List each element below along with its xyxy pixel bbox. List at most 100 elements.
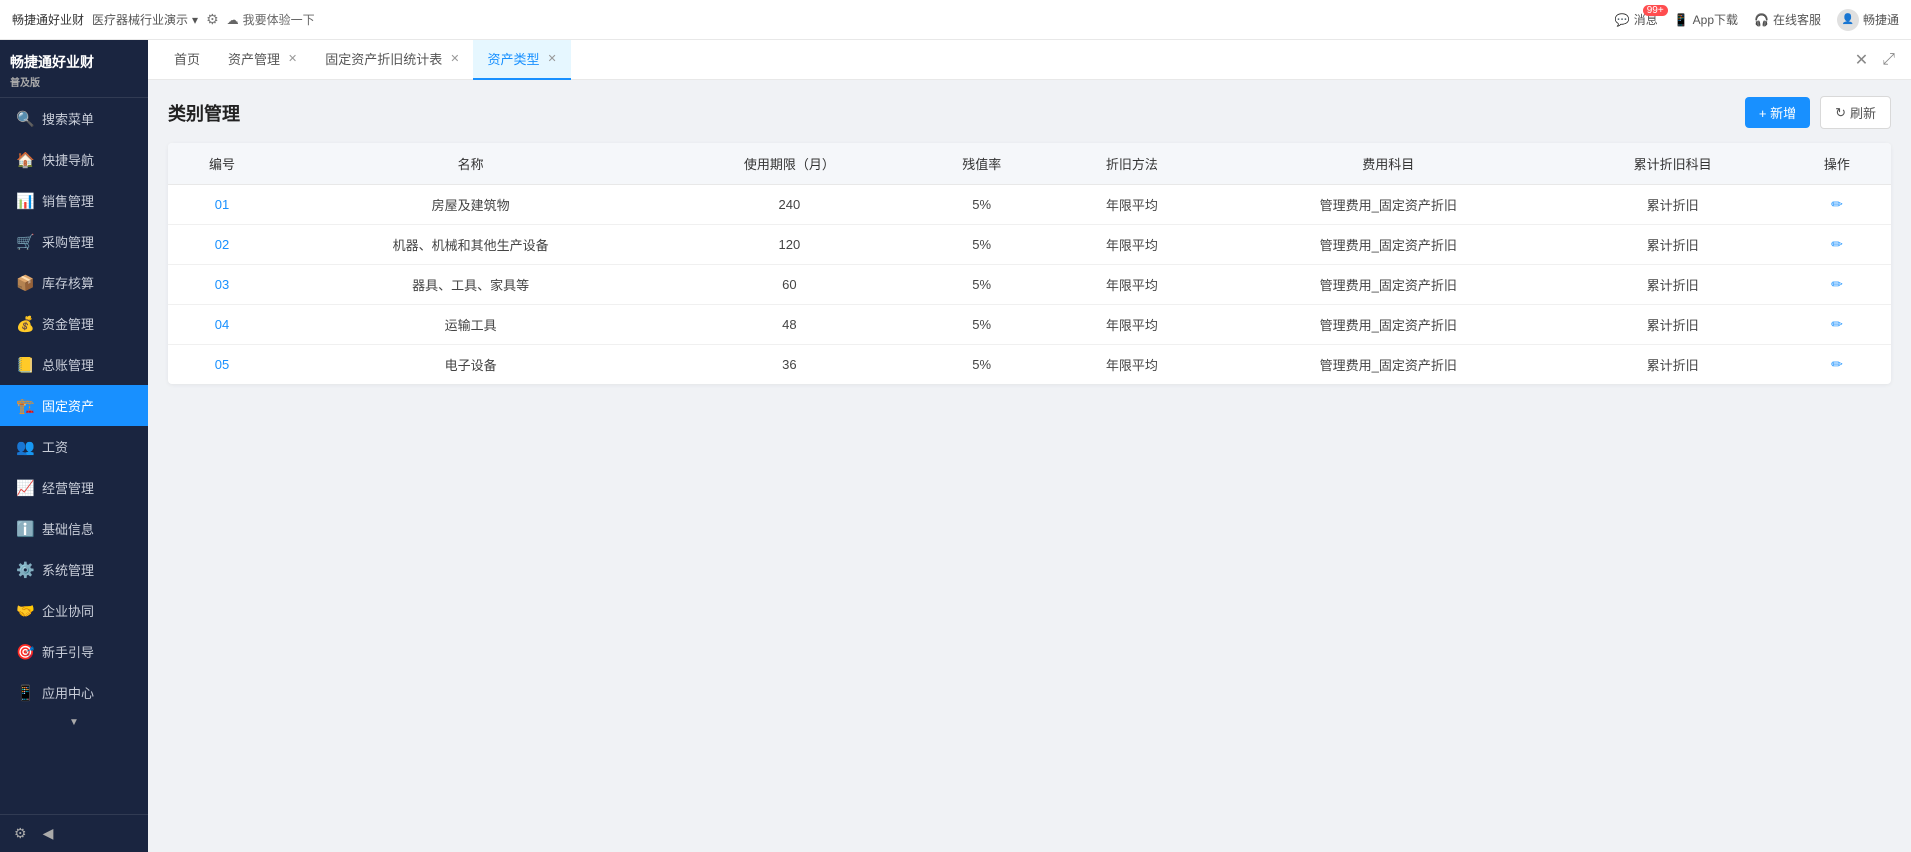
row-id-link[interactable]: 01 (215, 197, 229, 212)
sidebar-item-basic_info[interactable]: ℹ️ 基础信息 (0, 508, 148, 549)
online-service-button[interactable]: 🎧 在线客服 (1754, 11, 1821, 28)
cell-name: 运输工具 (276, 305, 665, 345)
sidebar-item-purchase[interactable]: 🛒 采购管理 (0, 221, 148, 262)
cell-accumulated: 累计折旧 (1562, 185, 1782, 225)
cell-months: 240 (665, 185, 914, 225)
new-button[interactable]: + 新增 (1745, 97, 1810, 128)
cell-expense: 管理费用_固定资产折旧 (1214, 185, 1562, 225)
cell-id[interactable]: 01 (168, 185, 276, 225)
sidebar-item-search[interactable]: 🔍 搜索菜单 (0, 98, 148, 139)
sidebar-icon-enterprise: 🤝 (16, 602, 34, 620)
sidebar-icon-search: 🔍 (16, 110, 34, 128)
edit-icon[interactable]: ✏ (1831, 316, 1843, 332)
row-id-link[interactable]: 02 (215, 237, 229, 252)
message-button[interactable]: 💬 消息 99+ (1615, 11, 1658, 28)
edit-icon[interactable]: ✏ (1831, 236, 1843, 252)
sidebar-collapse-icon[interactable]: ◀ (43, 825, 54, 842)
sidebar-item-operations[interactable]: 📈 经营管理 (0, 467, 148, 508)
avatar: 👤 (1837, 9, 1859, 31)
sidebar-icon-purchase: 🛒 (16, 233, 34, 251)
sidebar-label-quicknav: 快捷导航 (42, 150, 94, 169)
cell-action[interactable]: ✏ (1783, 185, 1891, 225)
edit-icon[interactable]: ✏ (1831, 356, 1843, 372)
refresh-button[interactable]: ↻ 刷新 (1820, 96, 1891, 129)
row-id-link[interactable]: 03 (215, 277, 229, 292)
table-body: 01房屋及建筑物2405%年限平均管理费用_固定资产折旧累计折旧✏02机器、机械… (168, 185, 1891, 385)
sidebar-item-funds[interactable]: 💰 资金管理 (0, 303, 148, 344)
sidebar-settings-icon[interactable]: ⚙ (14, 825, 27, 842)
expand-tab-button[interactable]: ⤢ (1878, 50, 1899, 70)
cell-action[interactable]: ✏ (1783, 265, 1891, 305)
tab-close-depreciation[interactable]: ✕ (450, 52, 459, 65)
cell-action[interactable]: ✏ (1783, 305, 1891, 345)
cell-accumulated: 累计折旧 (1562, 225, 1782, 265)
edit-icon[interactable]: ✏ (1831, 196, 1843, 212)
content-area: 首页资产管理✕固定资产折旧统计表✕资产类型✕ ✕ ⤢ 类别管理 + 新增 ↻ 刷… (148, 40, 1911, 852)
sidebar-logo-title: 畅捷通好业财 (10, 52, 138, 72)
cell-id[interactable]: 04 (168, 305, 276, 345)
refresh-icon: ↻ (1835, 105, 1846, 121)
main-layout: 畅捷通好业财 普及版 🔍 搜索菜单 🏠 快捷导航 📊 销售管理 🛒 采购管理 📦… (0, 40, 1911, 852)
tab-label-home: 首页 (174, 49, 200, 68)
sidebar-item-system[interactable]: ⚙️ 系统管理 (0, 549, 148, 590)
sidebar-label-inventory: 库存核算 (42, 273, 94, 292)
row-id-link[interactable]: 04 (215, 317, 229, 332)
sidebar-logo: 畅捷通好业财 普及版 (0, 40, 148, 98)
page-title-bar: 类别管理 + 新增 ↻ 刷新 (168, 96, 1891, 129)
data-table: 编号名称使用期限（月）残值率折旧方法费用科目累计折旧科目操作 01房屋及建筑物2… (168, 143, 1891, 384)
company-selector[interactable]: 医疗器械行业演示 ▾ (92, 11, 198, 28)
tab-close-asset_mgmt[interactable]: ✕ (288, 52, 297, 65)
topbar-left: 畅捷通好业财 医疗器械行业演示 ▾ ⚙ ☁ 我要体验一下 (12, 11, 315, 28)
topbar: 畅捷通好业财 医疗器械行业演示 ▾ ⚙ ☁ 我要体验一下 💬 消息 99+ 📱 … (0, 0, 1911, 40)
sidebar-label-app_center: 应用中心 (42, 683, 94, 702)
cloud-icon: ☁ (227, 13, 239, 27)
table-row: 02机器、机械和其他生产设备1205%年限平均管理费用_固定资产折旧累计折旧✏ (168, 225, 1891, 265)
settings-icon[interactable]: ⚙ (206, 11, 219, 28)
sidebar-item-sales[interactable]: 📊 销售管理 (0, 180, 148, 221)
table-row: 03器具、工具、家具等605%年限平均管理费用_固定资产折旧累计折旧✏ (168, 265, 1891, 305)
sidebar-item-quicknav[interactable]: 🏠 快捷导航 (0, 139, 148, 180)
sidebar-item-ledger[interactable]: 📒 总账管理 (0, 344, 148, 385)
sidebar-item-inventory[interactable]: 📦 库存核算 (0, 262, 148, 303)
sidebar-icon-basic_info: ℹ️ (16, 520, 34, 538)
sidebar-item-app_center[interactable]: 📱 应用中心 (0, 672, 148, 713)
cell-id[interactable]: 05 (168, 345, 276, 385)
edit-icon[interactable]: ✏ (1831, 276, 1843, 292)
cell-accumulated: 累计折旧 (1562, 305, 1782, 345)
cell-method: 年限平均 (1050, 305, 1214, 345)
cell-action[interactable]: ✏ (1783, 345, 1891, 385)
sidebar-label-sales: 销售管理 (42, 191, 94, 210)
cell-id[interactable]: 02 (168, 225, 276, 265)
dropdown-arrow-icon: ▾ (192, 13, 198, 27)
tab-depreciation[interactable]: 固定资产折旧统计表✕ (311, 40, 473, 80)
sidebar-icon-funds: 💰 (16, 315, 34, 333)
sidebar-label-payroll: 工资 (42, 437, 68, 456)
cell-residual: 5% (914, 345, 1050, 385)
cell-months: 120 (665, 225, 914, 265)
sidebar-label-funds: 资金管理 (42, 314, 94, 333)
experience-button[interactable]: ☁ 我要体验一下 (227, 11, 315, 28)
cell-residual: 5% (914, 225, 1050, 265)
cell-action[interactable]: ✏ (1783, 225, 1891, 265)
sidebar-label-enterprise: 企业协同 (42, 601, 94, 620)
tab-label-asset_mgmt: 资产管理 (228, 49, 280, 68)
table-col-header: 折旧方法 (1050, 143, 1214, 185)
sidebar-item-guide[interactable]: 🎯 新手引导 (0, 631, 148, 672)
tab-asset_mgmt[interactable]: 资产管理 ✕ (214, 40, 311, 80)
cell-name: 房屋及建筑物 (276, 185, 665, 225)
cell-months: 48 (665, 305, 914, 345)
cell-expense: 管理费用_固定资产折旧 (1214, 305, 1562, 345)
app-download-button[interactable]: 📱 App下载 (1674, 11, 1738, 28)
tab-close-asset_type[interactable]: ✕ (548, 52, 557, 65)
sidebar-item-payroll[interactable]: 👥 工资 (0, 426, 148, 467)
sidebar-item-fixed_assets[interactable]: 🏗️ 固定资产 (0, 385, 148, 426)
tab-asset_type[interactable]: 资产类型✕ (473, 40, 570, 80)
close-tab-button[interactable]: ✕ (1851, 50, 1872, 70)
sidebar-item-enterprise[interactable]: 🤝 企业协同 (0, 590, 148, 631)
tab-home[interactable]: 首页 (160, 40, 214, 80)
user-profile-button[interactable]: 👤 畅捷通 (1837, 9, 1899, 31)
table-col-header: 残值率 (914, 143, 1050, 185)
cell-name: 电子设备 (276, 345, 665, 385)
row-id-link[interactable]: 05 (215, 357, 229, 372)
cell-id[interactable]: 03 (168, 265, 276, 305)
